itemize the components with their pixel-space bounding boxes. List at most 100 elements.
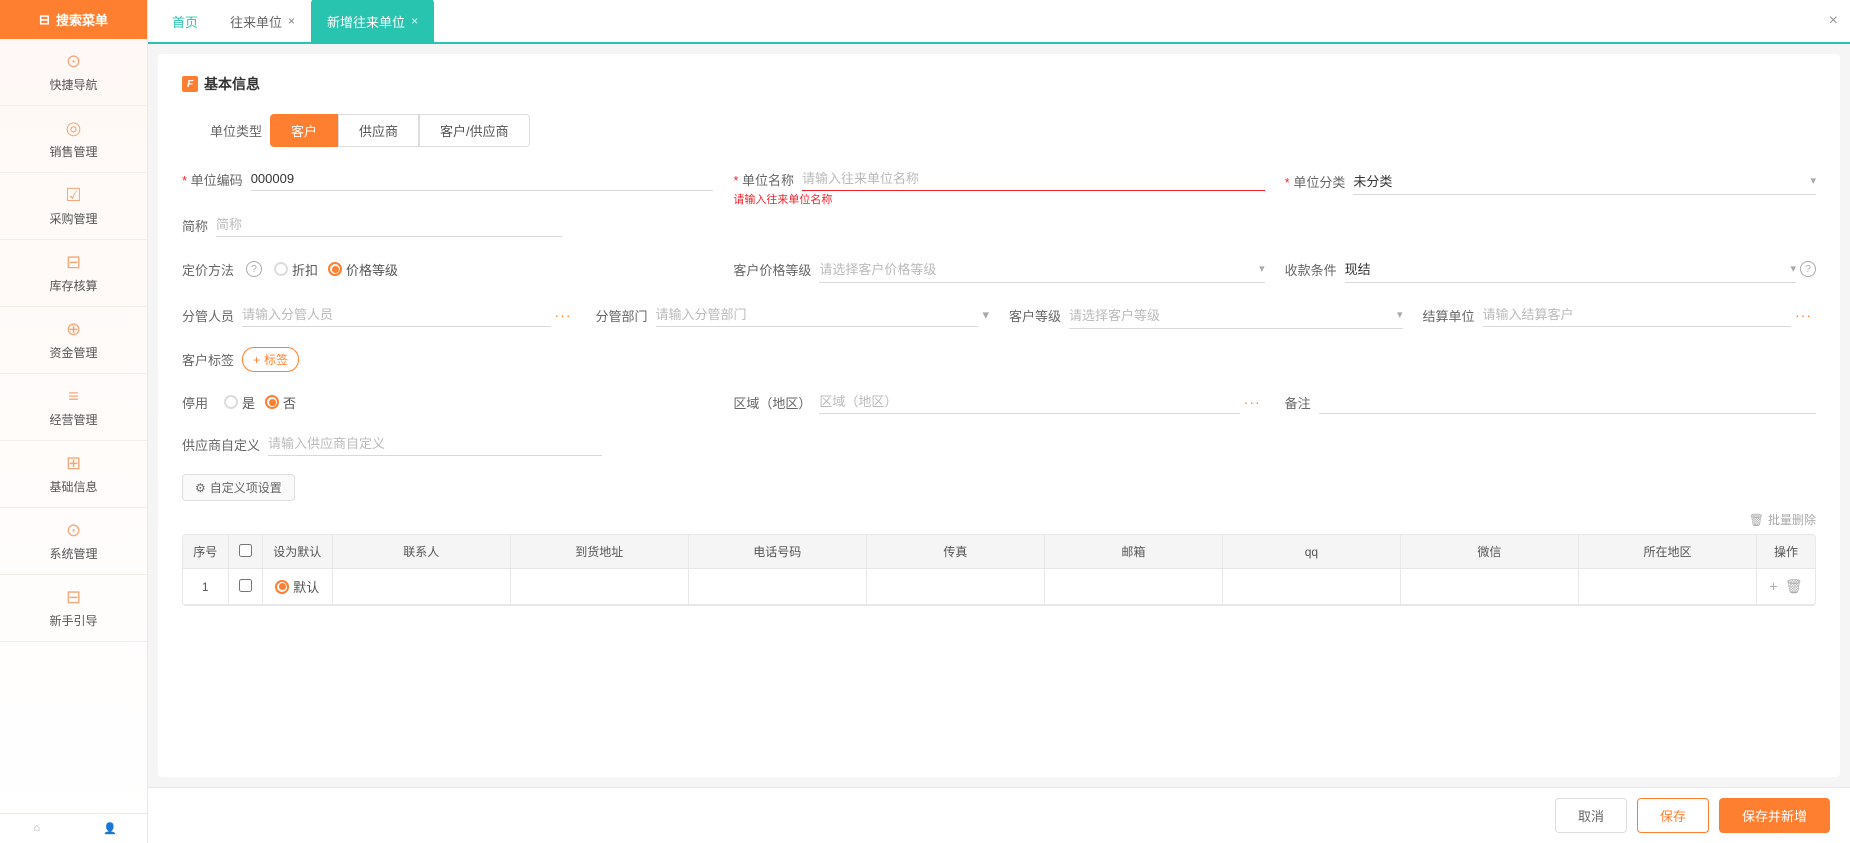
sidebar-item-finance[interactable]: ⊕ 资金管理	[0, 307, 147, 374]
cell-contact[interactable]	[332, 569, 510, 605]
settlement-unit-input[interactable]	[1483, 303, 1791, 327]
search-icon: ⊟	[39, 12, 50, 28]
sidebar-item-purchase[interactable]: ☑ 采购管理	[0, 173, 147, 240]
col-checkbox[interactable]	[228, 535, 262, 569]
cell-fax[interactable]	[866, 569, 1044, 605]
unit-category-select[interactable]: 未分类 ▾	[1353, 167, 1816, 195]
sidebar-item-label: 快捷导航	[49, 76, 97, 93]
short-name-input[interactable]	[216, 213, 562, 237]
tab-partner-list[interactable]: 往来单位 ×	[214, 0, 311, 43]
cancel-button[interactable]: 取消	[1555, 798, 1627, 833]
region-label: 区域（地区）	[733, 393, 811, 412]
payment-terms-select[interactable]: 现结 ▾	[1345, 255, 1796, 283]
department-input[interactable]	[656, 303, 979, 327]
sidebar-item-sales[interactable]: ◎ 销售管理	[0, 106, 147, 173]
batch-delete-label: 批量删除	[1768, 511, 1816, 528]
radio-yes[interactable]: 是	[224, 393, 255, 412]
unit-code-input[interactable]	[251, 167, 714, 191]
cell-phone[interactable]	[688, 569, 866, 605]
btn-supplier[interactable]: 供应商	[338, 114, 419, 147]
btn-both[interactable]: 客户/供应商	[419, 114, 530, 147]
pricing-method-label: 定价方法	[182, 260, 234, 279]
cell-location[interactable]	[1578, 569, 1756, 605]
select-all-checkbox[interactable]	[239, 544, 252, 557]
customer-price-level-select[interactable]: 请选择客户价格等级 ▾	[819, 255, 1264, 283]
location-input[interactable]	[1589, 580, 1746, 594]
col-default: 设为默认	[262, 535, 332, 569]
table-area: 🗑 批量删除 序号 设为默认 联系人 到货地址 电话号码 传真	[182, 511, 1816, 606]
col-seq: 序号	[183, 535, 228, 569]
region-input[interactable]	[819, 390, 1239, 414]
sidebar-home-btn[interactable]: ⌂	[0, 814, 74, 843]
manager-input[interactable]	[242, 303, 550, 327]
supplier-custom-input[interactable]	[268, 432, 602, 456]
disable-field: 停用 是 否	[182, 393, 713, 412]
search-menu-btn[interactable]: ⊟ 搜索菜单	[0, 0, 147, 39]
email-input[interactable]	[1055, 580, 1212, 594]
form-row-2: 简称	[182, 213, 1816, 237]
unit-type-label: 单位类型	[182, 121, 262, 140]
add-row-btn[interactable]: +	[1767, 578, 1779, 594]
cell-address[interactable]	[510, 569, 688, 605]
sidebar-item-quick-nav[interactable]: ⊙ 快捷导航	[0, 39, 147, 106]
cell-wechat[interactable]	[1400, 569, 1578, 605]
unit-category-value: 未分类	[1353, 171, 1392, 190]
settlement-unit-label: 结算单位	[1423, 306, 1475, 325]
cell-qq[interactable]	[1222, 569, 1400, 605]
col-contact: 联系人	[332, 535, 510, 569]
sidebar-item-label: 新手引导	[49, 612, 97, 629]
department-label: 分管部门	[596, 306, 648, 325]
sidebar-item-basic-info[interactable]: ⊞ 基础信息	[0, 441, 147, 508]
btn-customer[interactable]: 客户	[270, 114, 338, 147]
tab-new-partner-close[interactable]: ×	[411, 14, 418, 28]
radio-price-level[interactable]: 价格等级	[328, 260, 398, 279]
tab-new-partner[interactable]: 新增往来单位 ×	[311, 0, 434, 43]
sidebar-item-guide[interactable]: ⊟ 新手引导	[0, 575, 147, 642]
add-tag-btn[interactable]: + 标签	[242, 347, 299, 372]
purchase-icon: ☑	[65, 185, 81, 206]
batch-delete-btn[interactable]: 🗑 批量删除	[1749, 511, 1816, 528]
custom-settings-btn[interactable]: ⚙ 自定义项设置	[182, 474, 295, 501]
unit-code-label: 单位编码	[182, 170, 243, 189]
save-button[interactable]: 保存	[1637, 798, 1709, 833]
table-row: 1 默认	[183, 569, 1815, 605]
tabbar-close-btn[interactable]: ×	[1829, 12, 1838, 30]
cell-checkbox[interactable]	[228, 569, 262, 605]
region-more-btn[interactable]: ···	[1240, 394, 1265, 410]
cell-default[interactable]: 默认	[262, 569, 332, 605]
phone-input[interactable]	[699, 580, 856, 594]
cell-email[interactable]	[1044, 569, 1222, 605]
settlement-unit-more-btn[interactable]: ···	[1791, 307, 1816, 323]
save-new-button[interactable]: 保存并新增	[1719, 798, 1830, 833]
radio-discount[interactable]: 折扣	[274, 260, 318, 279]
add-tag-icon: +	[253, 353, 260, 367]
unit-name-input[interactable]	[802, 167, 1265, 191]
address-input[interactable]	[521, 580, 678, 594]
tab-home[interactable]: 首页	[156, 0, 214, 43]
sidebar-item-inventory[interactable]: ⊟ 库存核算	[0, 240, 147, 307]
sidebar-item-operations[interactable]: ≡ 经营管理	[0, 374, 147, 441]
row-checkbox[interactable]	[239, 579, 252, 592]
guide-icon: ⊟	[66, 587, 81, 608]
fax-input[interactable]	[877, 580, 1034, 594]
customer-level-select[interactable]: 请选择客户等级 ▾	[1069, 301, 1402, 329]
radio-no[interactable]: 否	[265, 393, 296, 412]
sidebar-item-system[interactable]: ⊙ 系统管理	[0, 508, 147, 575]
payment-terms-help-icon[interactable]: ?	[1800, 261, 1816, 277]
radio-no-circle	[265, 395, 279, 409]
radio-default-row[interactable]: 默认	[273, 577, 322, 596]
sidebar-user-btn[interactable]: 👤	[74, 814, 148, 843]
delete-row-btn[interactable]: 🗑	[1783, 578, 1805, 595]
contact-input[interactable]	[343, 580, 500, 594]
tab-partner-list-close[interactable]: ×	[288, 14, 295, 28]
qq-input[interactable]	[1233, 580, 1390, 594]
wechat-input[interactable]	[1411, 580, 1568, 594]
table-header-bar: 🗑 批量删除	[182, 511, 1816, 528]
manager-more-btn[interactable]: ···	[551, 307, 576, 323]
disable-radio-group: 是 否	[224, 393, 296, 412]
sales-icon: ◎	[66, 118, 82, 139]
cell-seq: 1	[183, 569, 228, 605]
sidebar-item-label: 资金管理	[49, 344, 97, 361]
remark-input[interactable]	[1319, 390, 1816, 414]
pricing-method-help-icon[interactable]: ?	[246, 261, 262, 277]
